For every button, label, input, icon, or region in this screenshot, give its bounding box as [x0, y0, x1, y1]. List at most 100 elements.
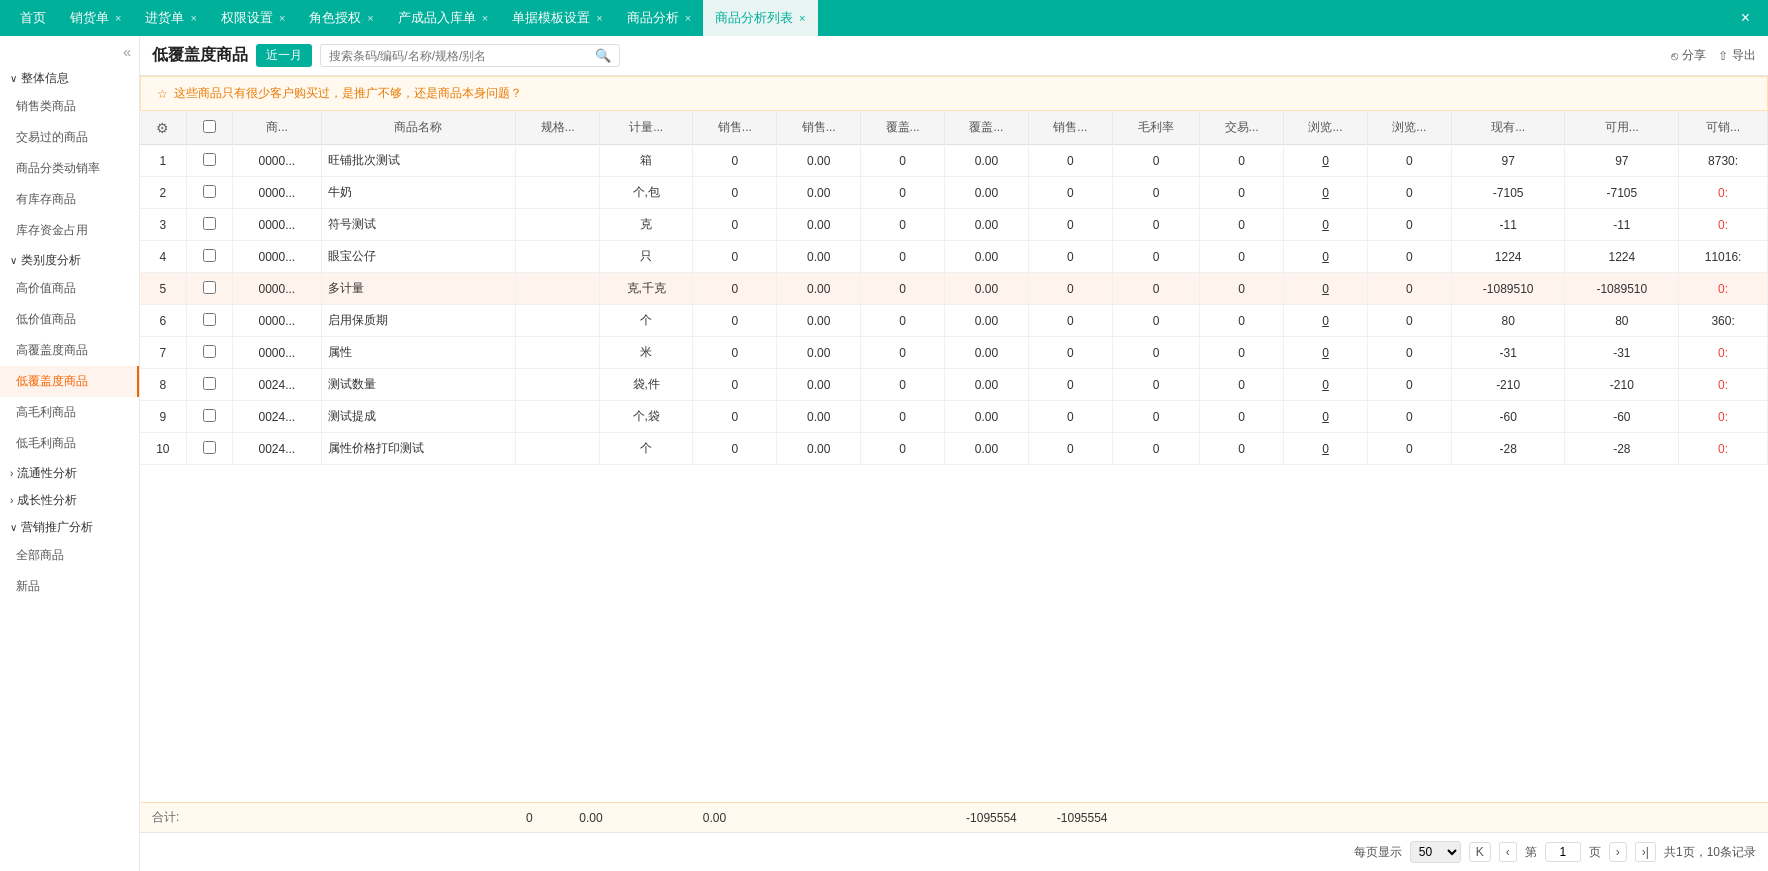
row-sales3: 0 — [1028, 209, 1112, 241]
sidebar-item-low-margin[interactable]: 低毛利商品 — [0, 428, 139, 459]
row-view1[interactable]: 0 — [1284, 337, 1368, 369]
sidebar-item-high-value[interactable]: 高价值商品 — [0, 273, 139, 304]
col-code-header: 商... — [233, 111, 322, 145]
row-checkbox[interactable] — [186, 369, 232, 401]
row-view1[interactable]: 0 — [1284, 145, 1368, 177]
table-row: 40000...眼宝公仔只00.0000.0000000122412241101… — [140, 241, 1768, 273]
row-view1[interactable]: 0 — [1284, 241, 1368, 273]
row-cover2: 0.00 — [945, 241, 1029, 273]
row-no: 4 — [140, 241, 186, 273]
last-page-button[interactable]: ›| — [1635, 842, 1656, 862]
search-input[interactable] — [329, 49, 595, 63]
row-checkbox[interactable] — [186, 209, 232, 241]
nav-permissions[interactable]: 权限设置 × — [209, 0, 297, 36]
sidebar-item-sales-goods[interactable]: 销售类商品 — [0, 91, 139, 122]
row-view1[interactable]: 0 — [1284, 433, 1368, 465]
settings-icon[interactable]: ⚙ — [156, 120, 169, 136]
nav-goods-analysis[interactable]: 商品分析 × — [615, 0, 703, 36]
col-stock3-header: 可销... — [1679, 111, 1768, 145]
close-icon[interactable]: × — [190, 12, 196, 24]
sidebar-group-growth[interactable]: › 成长性分析 — [0, 486, 139, 513]
row-view1[interactable]: 0 — [1284, 401, 1368, 433]
row-view1[interactable]: 0 — [1284, 369, 1368, 401]
col-checkbox-header[interactable] — [186, 111, 232, 145]
sidebar-item-all-goods[interactable]: 全部商品 — [0, 540, 139, 571]
close-icon[interactable]: × — [115, 12, 121, 24]
sidebar-item-low-coverage[interactable]: 低覆盖度商品 — [0, 366, 139, 397]
row-checkbox[interactable] — [186, 337, 232, 369]
sidebar-item-category-rate[interactable]: 商品分类动销率 — [0, 153, 139, 184]
page-size-label: 每页显示 — [1354, 844, 1402, 861]
row-view1[interactable]: 0 — [1284, 305, 1368, 337]
table-row: 80024...测试数量袋,件00.0000.0000000-210-2100: — [140, 369, 1768, 401]
row-checkbox[interactable] — [186, 177, 232, 209]
row-view1[interactable]: 0 — [1284, 177, 1368, 209]
sidebar-item-stock-capital[interactable]: 库存资金占用 — [0, 215, 139, 246]
nav-template[interactable]: 单据模板设置 × — [500, 0, 614, 36]
row-stock3: 0: — [1679, 337, 1768, 369]
page-size-select[interactable]: 50 100 200 — [1410, 841, 1461, 863]
row-checkbox[interactable] — [186, 401, 232, 433]
row-cover1: 0 — [861, 241, 945, 273]
sidebar-item-low-value[interactable]: 低价值商品 — [0, 304, 139, 335]
row-margin: 0 — [1112, 209, 1199, 241]
nav-purchase[interactable]: 进货单 × — [133, 0, 208, 36]
row-code: 0024... — [233, 401, 322, 433]
nav-production[interactable]: 产成品入库单 × — [386, 0, 500, 36]
close-icon[interactable]: × — [279, 12, 285, 24]
row-view2: 0 — [1367, 209, 1451, 241]
sidebar-group-overall[interactable]: ∨ 整体信息 — [0, 64, 139, 91]
time-filter-button[interactable]: 近一月 — [256, 44, 312, 67]
row-stock1: -1089510 — [1451, 273, 1565, 305]
row-checkbox[interactable] — [186, 241, 232, 273]
summary-spacer3 — [746, 811, 946, 825]
row-cover1: 0 — [861, 177, 945, 209]
row-checkbox[interactable] — [186, 273, 232, 305]
row-view1[interactable]: 0 — [1284, 273, 1368, 305]
sidebar-item-new-goods[interactable]: 新品 — [0, 571, 139, 602]
close-icon[interactable]: × — [596, 12, 602, 24]
row-view1[interactable]: 0 — [1284, 209, 1368, 241]
nav-home[interactable]: 首页 — [8, 0, 58, 36]
row-stock1: -7105 — [1451, 177, 1565, 209]
export-button[interactable]: ⇧ 导出 — [1718, 47, 1756, 64]
sidebar-group-circulation[interactable]: › 流通性分析 — [0, 459, 139, 486]
col-settings-header[interactable]: ⚙ — [140, 111, 186, 145]
row-margin: 0 — [1112, 401, 1199, 433]
row-cover2: 0.00 — [945, 209, 1029, 241]
nav-goods-analysis-list[interactable]: 商品分析列表 × — [703, 0, 817, 36]
row-name: 多计量 — [321, 273, 515, 305]
current-page-input[interactable] — [1545, 842, 1581, 862]
row-checkbox[interactable] — [186, 145, 232, 177]
first-page-button[interactable]: K — [1469, 842, 1491, 862]
sidebar-group-category[interactable]: ∨ 类别度分析 — [0, 246, 139, 273]
row-sales-qty: 0 — [693, 337, 777, 369]
sidebar-group-marketing[interactable]: ∨ 营销推广分析 — [0, 513, 139, 540]
sidebar-collapse-button[interactable]: « — [0, 40, 139, 64]
nav-sales[interactable]: 销货单 × — [58, 0, 133, 36]
row-code: 0000... — [233, 177, 322, 209]
close-icon[interactable]: × — [482, 12, 488, 24]
page-word: 页 — [1589, 844, 1601, 861]
row-unit: 克,千克 — [600, 273, 693, 305]
nav-role-auth[interactable]: 角色授权 × — [297, 0, 385, 36]
close-icon[interactable]: × — [685, 12, 691, 24]
next-page-button[interactable]: › — [1609, 842, 1627, 862]
sidebar-item-high-coverage[interactable]: 高覆盖度商品 — [0, 335, 139, 366]
row-no: 1 — [140, 145, 186, 177]
col-cover1-header: 覆盖... — [861, 111, 945, 145]
row-sales3: 0 — [1028, 241, 1112, 273]
sidebar-item-stock-goods[interactable]: 有库存商品 — [0, 184, 139, 215]
close-icon[interactable]: × — [367, 12, 373, 24]
row-checkbox[interactable] — [186, 433, 232, 465]
row-checkbox[interactable] — [186, 305, 232, 337]
sidebar-item-traded-goods[interactable]: 交易过的商品 — [0, 122, 139, 153]
share-button[interactable]: ⎋ 分享 — [1671, 47, 1706, 64]
prev-page-button[interactable]: ‹ — [1499, 842, 1517, 862]
sidebar-item-high-margin[interactable]: 高毛利商品 — [0, 397, 139, 428]
export-icon: ⇧ — [1718, 49, 1728, 63]
row-stock3: 0: — [1679, 273, 1768, 305]
close-icon[interactable]: × — [799, 12, 805, 24]
window-close-button[interactable]: × — [1731, 9, 1760, 27]
select-all-checkbox[interactable] — [203, 120, 216, 133]
